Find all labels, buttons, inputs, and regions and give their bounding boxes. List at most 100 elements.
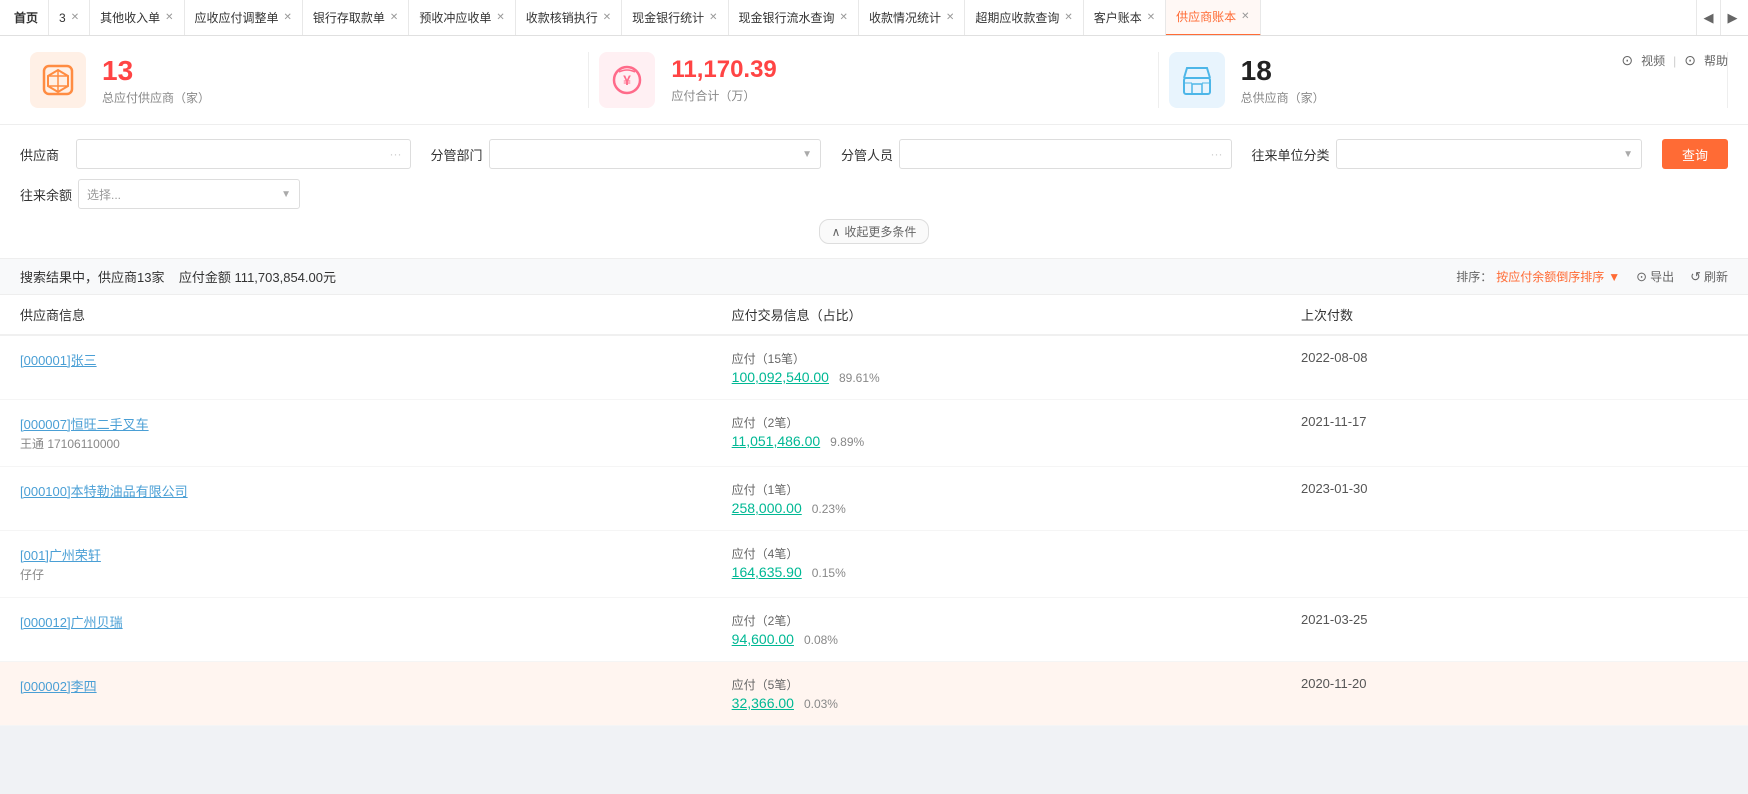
last-payment-6: 2020-11-20: [1301, 676, 1728, 691]
sort-label: 按应付余额倒序排序: [1496, 268, 1604, 285]
person-input[interactable]: [899, 139, 1231, 169]
close-icon[interactable]: ✕: [946, 12, 954, 23]
supplier-link-2[interactable]: [000007]恒旺二手叉车: [20, 414, 732, 433]
supplier-link-6[interactable]: [000002]李四: [20, 676, 732, 695]
nav-tab-supplier-account[interactable]: 供应商账本 ✕: [1166, 0, 1260, 36]
close-icon[interactable]: ✕: [496, 12, 504, 23]
tx-pct-4: 0.15%: [812, 566, 846, 580]
export-label: 导出: [1650, 268, 1674, 285]
close-icon[interactable]: ✕: [284, 12, 292, 23]
result-amount: 应付金额 111,703,854.00元: [179, 270, 336, 285]
nav-tab-customer-account[interactable]: 客户账本 ✕: [1084, 0, 1166, 36]
close-icon[interactable]: ✕: [1147, 12, 1155, 23]
nav-tab-home[interactable]: 首页: [4, 0, 49, 36]
last-payment-1: 2022-08-08: [1301, 350, 1728, 365]
help-link[interactable]: 帮助: [1704, 52, 1728, 69]
tx-row-5: 94,600.00 0.08%: [732, 631, 1301, 647]
nav-tab-bank-deposit[interactable]: 银行存取款单 ✕: [303, 0, 409, 36]
close-icon[interactable]: ✕: [709, 12, 717, 23]
nav-next-arrow[interactable]: ▶: [1720, 0, 1744, 36]
summary-card1-number: 13: [102, 54, 210, 88]
close-icon[interactable]: ✕: [390, 12, 398, 23]
collapse-label: 收起更多条件: [844, 223, 916, 240]
nav-tab-other-income-label: 其他收入单: [100, 9, 160, 26]
supplier-link-1[interactable]: [000001]张三: [20, 350, 732, 369]
amount-icon: ¥: [599, 52, 655, 108]
last-payment-2: 2021-11-17: [1301, 414, 1728, 429]
top-right-links: ⊙ 视频 | ⊙ 帮助: [1621, 52, 1728, 69]
nav-tab-prepayment-label: 预收冲应收单: [419, 9, 491, 26]
nav-tab-collection-stats[interactable]: 收款情况统计 ✕: [859, 0, 965, 36]
sort-selector[interactable]: 排序： 按应付余额倒序排序 ▼: [1456, 268, 1620, 285]
filter-dept: 分管部门 ▼: [431, 139, 822, 169]
table-row: [000012]广州贝瑞 应付（2笔） 94,600.00 0.08% 2021…: [0, 598, 1748, 662]
col-header-transaction: 应付交易信息（占比）: [732, 305, 1301, 324]
supplier-input[interactable]: [76, 139, 411, 169]
refresh-button[interactable]: ↺ 刷新: [1690, 268, 1728, 285]
summary-card3-info: 18 总供应商（家）: [1241, 54, 1325, 107]
tx-pct-5: 0.08%: [804, 633, 838, 647]
summary-card1-label: 总应付供应商（家）: [102, 89, 210, 106]
nav-prev-arrow[interactable]: ◀: [1696, 0, 1720, 36]
close-icon[interactable]: ✕: [71, 12, 79, 23]
supplier-table: 供应商信息 应付交易信息（占比） 上次付数 [000001]张三 应付（15笔）…: [0, 295, 1748, 726]
query-button[interactable]: 查询: [1662, 139, 1728, 169]
nav-tab-other-income[interactable]: 其他收入单 ✕: [90, 0, 184, 36]
supplier-link-5[interactable]: [000012]广州贝瑞: [20, 612, 732, 631]
collapse-button[interactable]: ∧ 收起更多条件: [819, 219, 930, 244]
supplier-link-3[interactable]: [000100]本特勒油品有限公司: [20, 481, 732, 500]
table-row: [000001]张三 应付（15笔） 100,092,540.00 89.61%…: [0, 336, 1748, 400]
transaction-info-2: 应付（2笔） 11,051,486.00 9.89%: [732, 414, 1301, 449]
table-row: [000007]恒旺二手叉车 王通 17106110000 应付（2笔） 11,…: [0, 400, 1748, 467]
nav-tab-cash-stats[interactable]: 现金银行统计 ✕: [622, 0, 728, 36]
tx-amount-3[interactable]: 258,000.00: [732, 500, 802, 516]
nav-tab-customer-account-label: 客户账本: [1094, 9, 1142, 26]
tx-amount-2[interactable]: 11,051,486.00: [732, 433, 821, 449]
tx-amount-4[interactable]: 164,635.90: [732, 564, 802, 580]
svg-text:¥: ¥: [623, 72, 631, 88]
tx-amount-5[interactable]: 94,600.00: [732, 631, 794, 647]
supplier-link-4[interactable]: [001]广州荣轩: [20, 545, 732, 564]
table-row: [000100]本特勒油品有限公司 应付（1笔） 258,000.00 0.23…: [0, 467, 1748, 531]
close-icon[interactable]: ✕: [165, 12, 173, 23]
nav-tab-collection[interactable]: 收款核销执行 ✕: [516, 0, 622, 36]
supplier-info-4: [001]广州荣轩 仔仔: [20, 545, 732, 583]
dept-input[interactable]: ▼: [489, 139, 821, 169]
export-icon: ⊙: [1636, 269, 1647, 285]
category-input[interactable]: ▼: [1336, 139, 1642, 169]
close-icon[interactable]: ✕: [1241, 11, 1249, 22]
transaction-info-1: 应付（15笔） 100,092,540.00 89.61%: [732, 350, 1301, 385]
close-icon[interactable]: ✕: [840, 12, 848, 23]
balance-input[interactable]: 选择... ▼: [78, 179, 300, 209]
close-icon[interactable]: ✕: [603, 12, 611, 23]
tx-label-5: 应付（2笔）: [732, 612, 1301, 629]
tx-amount-6[interactable]: 32,366.00: [732, 695, 794, 711]
nav-tab-3[interactable]: 3 ✕: [49, 0, 90, 36]
nav-tab-cash-flow[interactable]: 现金银行流水查询 ✕: [729, 0, 859, 36]
supplier-sub-4: 仔仔: [20, 566, 732, 583]
tx-pct-6: 0.03%: [804, 697, 838, 711]
nav-tab-ap-adjust[interactable]: 应收应付调整单 ✕: [185, 0, 303, 36]
summary-card2-number: 11,170.39: [671, 56, 776, 85]
refresh-icon: ↺: [1690, 269, 1701, 285]
summary-bar: 13 总应付供应商（家） ¥ 11,170.39 应付合计（万）: [0, 36, 1748, 125]
nav-tab-collection-label: 收款核销执行: [526, 9, 598, 26]
supplier-info-6: [000002]李四: [20, 676, 732, 695]
tx-label-4: 应付（4笔）: [732, 545, 1301, 562]
table-row: [001]广州荣轩 仔仔 应付（4笔） 164,635.90 0.15%: [0, 531, 1748, 598]
store-icon: [1169, 52, 1225, 108]
nav-arrows: ◀ ▶: [1696, 0, 1744, 36]
tx-row-2: 11,051,486.00 9.89%: [732, 433, 1301, 449]
tx-amount-1[interactable]: 100,092,540.00: [732, 369, 829, 385]
result-info-text: 搜索结果中，供应商13家 应付金额 111,703,854.00元: [20, 270, 336, 285]
close-icon[interactable]: ✕: [1064, 12, 1072, 23]
nav-tab-home-label: 首页: [14, 9, 38, 26]
nav-tab-overdue[interactable]: 超期应收款查询 ✕: [965, 0, 1083, 36]
video-link[interactable]: 视频: [1641, 52, 1665, 69]
export-button[interactable]: ⊙ 导出: [1636, 268, 1674, 285]
col-header-supplier: 供应商信息: [20, 305, 732, 324]
supplier-info-5: [000012]广州贝瑞: [20, 612, 732, 631]
last-payment-5: 2021-03-25: [1301, 612, 1728, 627]
nav-tab-prepayment[interactable]: 预收冲应收单 ✕: [409, 0, 515, 36]
supplier-label: 供应商: [20, 145, 70, 164]
